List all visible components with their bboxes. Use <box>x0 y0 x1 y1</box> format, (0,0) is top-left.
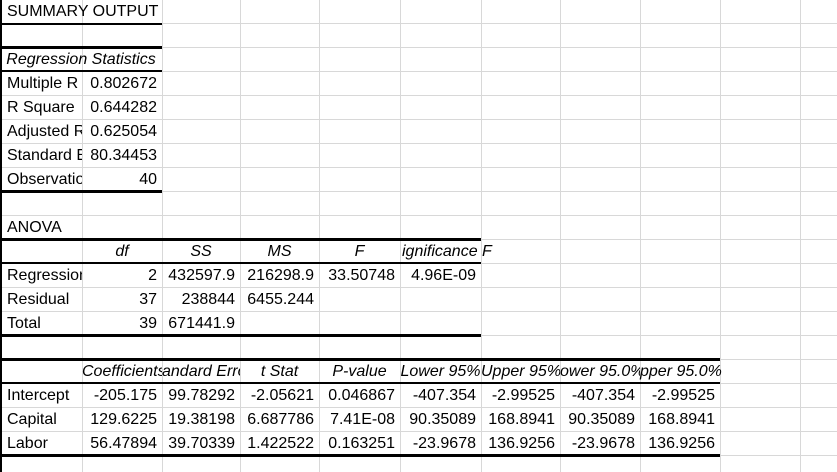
intercept-lower-95[interactable]: -407.354 <box>400 384 481 408</box>
stat-label-multiple-r[interactable]: Multiple R <box>0 72 82 96</box>
stat-label-observations[interactable]: Observatio <box>0 168 82 192</box>
intercept-t-stat[interactable]: -2.05621 <box>240 384 319 408</box>
capital-upper-95-0[interactable]: 168.8941 <box>640 408 720 432</box>
anova-header-ms[interactable]: MS <box>240 240 319 264</box>
intercept-standard-error[interactable]: 99.78292 <box>162 384 240 408</box>
coeff-header-p-value[interactable]: P-value <box>319 360 400 384</box>
anova-header-f[interactable]: F <box>319 240 400 264</box>
anova-header-ss[interactable]: SS <box>162 240 240 264</box>
intercept-lower-95-0[interactable]: -407.354 <box>560 384 640 408</box>
labor-upper-95[interactable]: 136.9256 <box>481 432 560 456</box>
stat-label-standard-error[interactable]: Standard E <box>0 144 82 168</box>
coeff-header-upper-95[interactable]: Upper 95% <box>481 360 560 384</box>
stat-value-observations[interactable]: 40 <box>82 168 162 192</box>
intercept-upper-95-0[interactable]: -2.99525 <box>640 384 720 408</box>
stat-label-adjusted-r[interactable]: Adjusted R <box>0 120 82 144</box>
summary-output-title[interactable]: SUMMARY OUTPUT <box>0 0 220 24</box>
spreadsheet-regression-output: SUMMARY OUTPUT Regression Statistics Mul… <box>0 0 837 472</box>
anova-regression-df[interactable]: 2 <box>82 264 162 288</box>
coeff-header-lower-95-0[interactable]: ower 95.0% <box>560 360 640 384</box>
capital-p-value[interactable]: 7.41E-08 <box>319 408 400 432</box>
anova-regression-ss[interactable]: 432597.9 <box>162 264 240 288</box>
capital-coefficient[interactable]: 129.6225 <box>82 408 162 432</box>
labor-upper-95-0[interactable]: 136.9256 <box>640 432 720 456</box>
anova-header-df[interactable]: df <box>82 240 162 264</box>
stat-value-r-square[interactable]: 0.644282 <box>82 96 162 120</box>
coeff-header-t-stat[interactable]: t Stat <box>240 360 319 384</box>
capital-lower-95[interactable]: 90.35089 <box>400 408 481 432</box>
capital-standard-error[interactable]: 19.38198 <box>162 408 240 432</box>
anova-regression-f[interactable]: 33.50748 <box>319 264 400 288</box>
stat-value-standard-error[interactable]: 80.34453 <box>82 144 162 168</box>
anova-regression-sig-f[interactable]: 4.96E-09 <box>400 264 481 288</box>
anova-total-ss[interactable]: 671441.9 <box>162 312 240 336</box>
coeff-row-intercept-label[interactable]: Intercept <box>0 384 82 408</box>
coeff-header-standard-error[interactable]: andard Erro <box>162 360 240 384</box>
intercept-p-value[interactable]: 0.046867 <box>319 384 400 408</box>
capital-lower-95-0[interactable]: 90.35089 <box>560 408 640 432</box>
capital-t-stat[interactable]: 6.687786 <box>240 408 319 432</box>
coeff-row-labor-label[interactable]: Labor <box>0 432 82 456</box>
regression-statistics-title[interactable]: Regression Statistics <box>0 48 162 72</box>
coeff-header-coefficients[interactable]: Coefficients <box>82 360 162 384</box>
anova-row-total-label[interactable]: Total <box>0 312 82 336</box>
anova-row-residual-label[interactable]: Residual <box>0 288 82 312</box>
stat-value-multiple-r[interactable]: 0.802672 <box>82 72 162 96</box>
anova-residual-ss[interactable]: 238844 <box>162 288 240 312</box>
labor-p-value[interactable]: 0.163251 <box>319 432 400 456</box>
stat-value-adjusted-r[interactable]: 0.625054 <box>82 120 162 144</box>
anova-residual-ms[interactable]: 6455.244 <box>240 288 319 312</box>
labor-t-stat[interactable]: 1.422522 <box>240 432 319 456</box>
anova-regression-ms[interactable]: 216298.9 <box>240 264 319 288</box>
labor-standard-error[interactable]: 39.70339 <box>162 432 240 456</box>
anova-row-regression-label[interactable]: Regression <box>0 264 82 288</box>
anova-total-df[interactable]: 39 <box>82 312 162 336</box>
anova-title[interactable]: ANOVA <box>0 216 82 240</box>
coeff-row-capital-label[interactable]: Capital <box>0 408 82 432</box>
intercept-upper-95[interactable]: -2.99525 <box>481 384 560 408</box>
coeff-header-lower-95[interactable]: Lower 95% <box>400 360 481 384</box>
labor-lower-95[interactable]: -23.9678 <box>400 432 481 456</box>
intercept-coefficient[interactable]: -205.175 <box>82 384 162 408</box>
stat-label-r-square[interactable]: R Square <box>0 96 82 120</box>
anova-residual-df[interactable]: 37 <box>82 288 162 312</box>
labor-coefficient[interactable]: 56.47894 <box>82 432 162 456</box>
coeff-header-upper-95-0[interactable]: pper 95.0% <box>640 360 725 384</box>
labor-lower-95-0[interactable]: -23.9678 <box>560 432 640 456</box>
anova-header-significance-f[interactable]: ignificance F <box>400 240 495 264</box>
capital-upper-95[interactable]: 168.8941 <box>481 408 560 432</box>
